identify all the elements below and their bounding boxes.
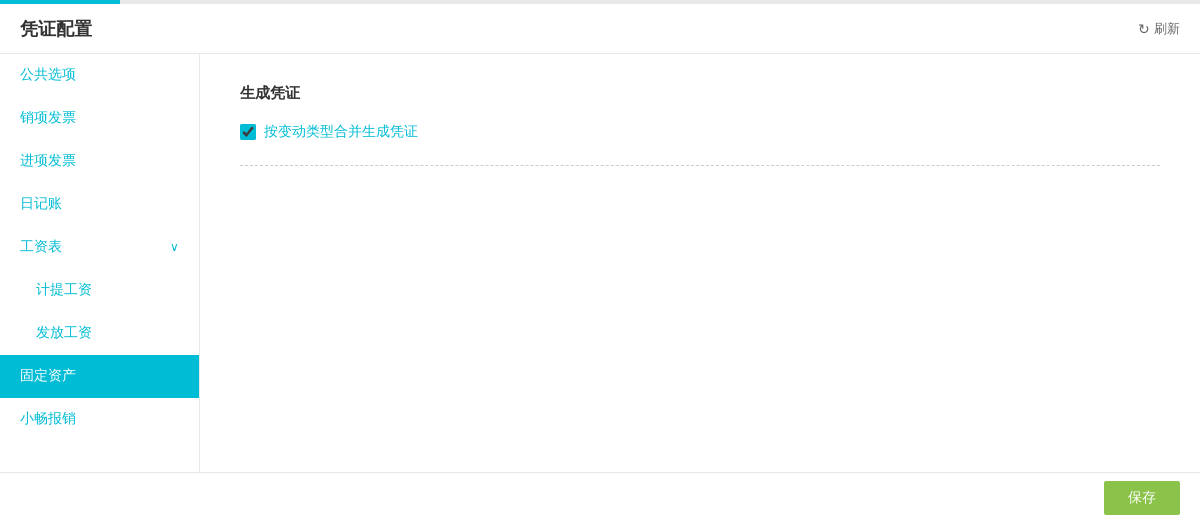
page-footer: 保存 (0, 472, 1200, 522)
page-header: 凭证配置 ↻ 刷新 (0, 4, 1200, 54)
sidebar-item-payroll[interactable]: 工资表 ∨ (0, 226, 199, 269)
chevron-down-icon: ∨ (170, 240, 179, 254)
sidebar-item-payroll-payment[interactable]: 发放工资 (0, 312, 199, 355)
sidebar-item-fixed-assets[interactable]: 固定资产 (0, 355, 199, 398)
sidebar-item-expense-report[interactable]: 小畅报销 (0, 398, 199, 441)
content-area: 生成凭证 按变动类型合并生成凭证 (200, 54, 1200, 472)
top-bar (0, 0, 1200, 4)
save-button[interactable]: 保存 (1104, 481, 1180, 515)
sidebar-item-label: 销项发票 (20, 109, 76, 127)
section-title: 生成凭证 (240, 84, 1160, 103)
checkbox-row: 按变动类型合并生成凭证 (240, 123, 1160, 141)
sidebar-item-label: 固定资产 (20, 367, 76, 385)
merge-checkbox[interactable] (240, 124, 256, 140)
refresh-icon: ↻ (1138, 21, 1150, 37)
sidebar-item-public-options[interactable]: 公共选项 (0, 54, 199, 97)
page-title: 凭证配置 (20, 17, 92, 41)
section-divider (240, 165, 1160, 166)
sidebar-item-label: 发放工资 (36, 324, 92, 342)
sidebar-item-sales-invoice[interactable]: 销项发票 (0, 97, 199, 140)
sidebar-item-label: 工资表 (20, 238, 62, 256)
sidebar-item-label: 小畅报销 (20, 410, 76, 428)
top-bar-progress (0, 0, 120, 4)
sidebar: 公共选项销项发票进项发票日记账工资表 ∨ 计提工资发放工资固定资产小畅报销 (0, 54, 200, 472)
refresh-button[interactable]: ↻ 刷新 (1138, 20, 1180, 38)
sidebar-item-payroll-accrual[interactable]: 计提工资 (0, 269, 199, 312)
sidebar-item-label: 日记账 (20, 195, 62, 213)
sidebar-item-journal[interactable]: 日记账 (0, 183, 199, 226)
sidebar-item-label: 进项发票 (20, 152, 76, 170)
sidebar-item-label: 计提工资 (36, 281, 92, 299)
page-wrapper: 凭证配置 ↻ 刷新 公共选项销项发票进项发票日记账工资表 ∨ 计提工资发放工资固定资… (0, 0, 1200, 522)
sidebar-item-label: 公共选项 (20, 66, 76, 84)
main-content: 公共选项销项发票进项发票日记账工资表 ∨ 计提工资发放工资固定资产小畅报销 生成凭证… (0, 54, 1200, 472)
sidebar-item-purchase-invoice[interactable]: 进项发票 (0, 140, 199, 183)
refresh-label: 刷新 (1154, 20, 1180, 38)
checkbox-label[interactable]: 按变动类型合并生成凭证 (264, 123, 418, 141)
